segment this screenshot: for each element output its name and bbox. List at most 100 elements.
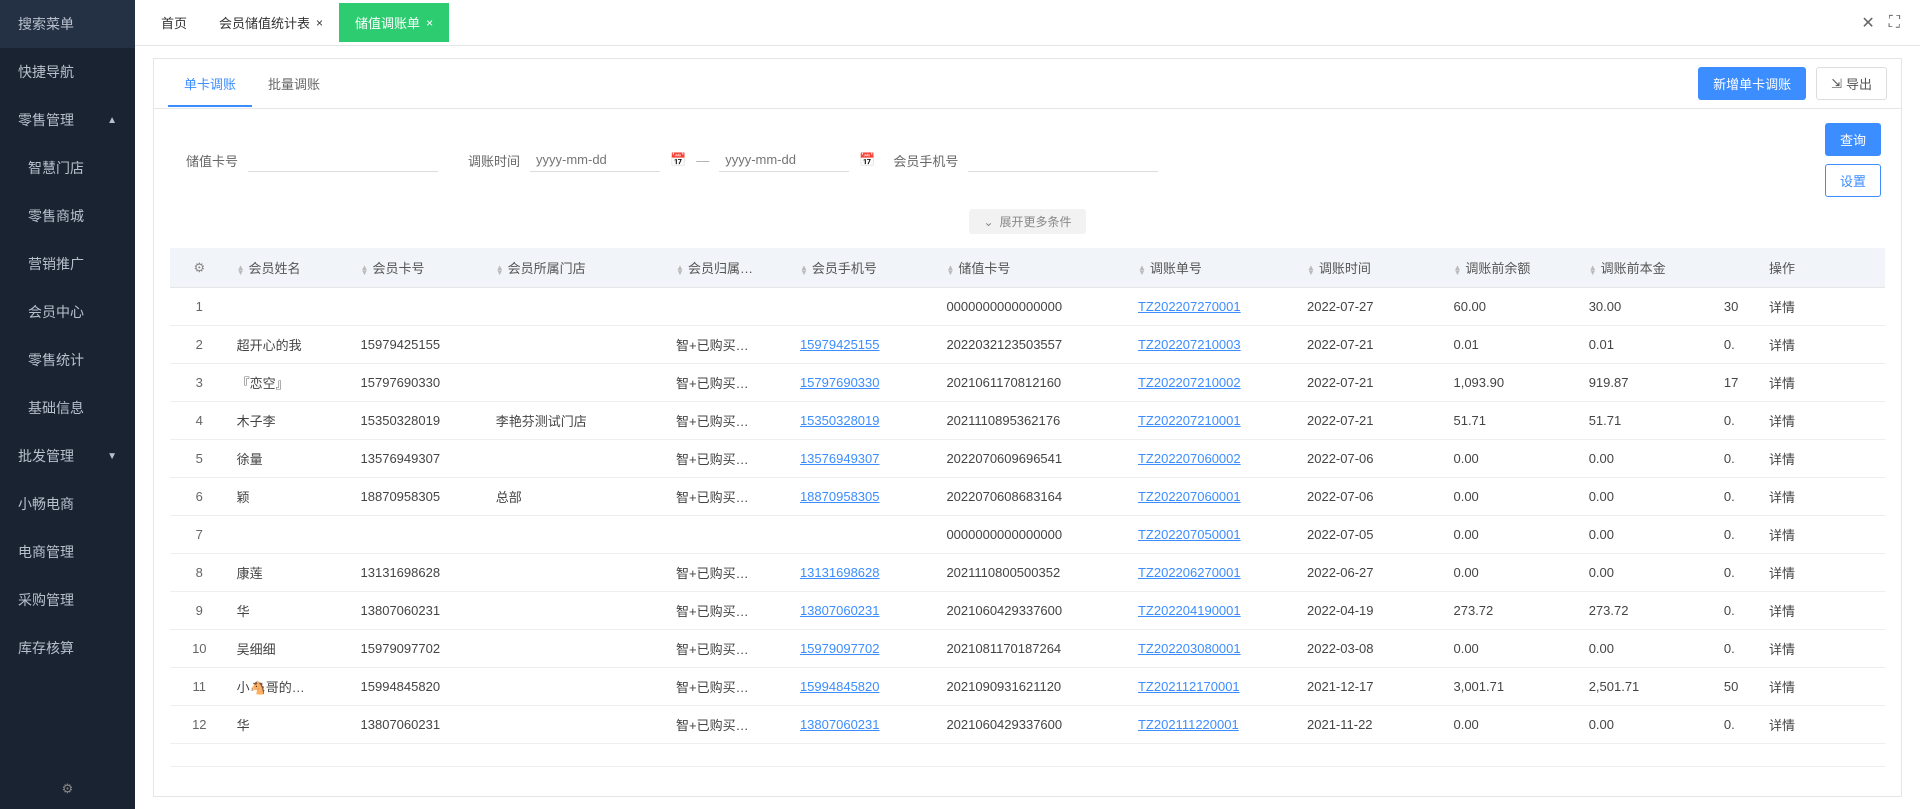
sidebar-stock-acc[interactable]: 库存核算 [0, 624, 135, 672]
column-header[interactable]: ▲▼调账前余额 [1445, 248, 1580, 288]
tab-adjust[interactable]: 储值调账单 × [339, 3, 449, 42]
link[interactable]: 15994845820 [800, 679, 880, 694]
subtab-single[interactable]: 单卡调账 [168, 62, 252, 107]
date-from-input[interactable] [530, 148, 660, 172]
sidebar-sub-item[interactable]: 会员中心 [0, 288, 135, 336]
column-header[interactable]: ▲▼会员所属门店 [488, 248, 668, 288]
sort-icon[interactable]: ▲▼ [1307, 265, 1315, 275]
add-button[interactable]: 新增单卡调账 [1698, 67, 1806, 100]
link[interactable]: 15797690330 [800, 375, 880, 390]
tab-label: 会员储值统计表 [219, 13, 310, 32]
link[interactable]: 13807060231 [800, 603, 880, 618]
cell: 2022-07-21 [1299, 326, 1445, 364]
link[interactable]: TZ202203080001 [1138, 641, 1241, 656]
export-label: 导出 [1846, 74, 1872, 93]
column-header[interactable]: ▲▼调账单号 [1130, 248, 1299, 288]
detail-link[interactable]: 详情 [1769, 718, 1795, 733]
sidebar-sub-item[interactable]: 营销推广 [0, 240, 135, 288]
export-button[interactable]: ⇲ 导出 [1816, 67, 1887, 100]
detail-link[interactable]: 详情 [1769, 300, 1795, 315]
cell: 15797690330 [792, 364, 938, 402]
sort-icon[interactable]: ▲▼ [1589, 265, 1597, 275]
detail-link[interactable]: 详情 [1769, 452, 1795, 467]
column-header[interactable]: ▲▼会员姓名 [229, 248, 353, 288]
sidebar-purchase-mgmt[interactable]: 采购管理 [0, 576, 135, 624]
subtab-batch[interactable]: 批量调账 [252, 62, 336, 105]
sidebar-sub-item[interactable]: 基础信息 [0, 384, 135, 432]
sidebar-sub-item[interactable]: 零售商城 [0, 192, 135, 240]
sidebar-search[interactable]: 搜索菜单 [0, 0, 135, 48]
sidebar-sub-item[interactable]: 零售统计 [0, 336, 135, 384]
link[interactable]: TZ202207210003 [1138, 337, 1241, 352]
link[interactable]: TZ202207060002 [1138, 451, 1241, 466]
sort-icon[interactable]: ▲▼ [237, 265, 245, 275]
detail-link[interactable]: 详情 [1769, 338, 1795, 353]
tab-home[interactable]: 首页 [145, 3, 203, 42]
close-icon[interactable]: × [316, 16, 323, 30]
column-label: 调账前本金 [1601, 261, 1666, 276]
cell: 15994845820 [353, 668, 488, 706]
link[interactable]: TZ202207210001 [1138, 413, 1241, 428]
detail-link[interactable]: 详情 [1769, 528, 1795, 543]
detail-link[interactable]: 详情 [1769, 490, 1795, 505]
sort-icon[interactable]: ▲▼ [1453, 265, 1461, 275]
link[interactable]: TZ202207050001 [1138, 527, 1241, 542]
settings-button[interactable]: 设置 [1825, 164, 1881, 197]
query-button[interactable]: 查询 [1825, 123, 1881, 156]
column-header[interactable]: ▲▼储值卡号 [938, 248, 1130, 288]
link[interactable]: TZ202204190001 [1138, 603, 1241, 618]
close-icon[interactable]: × [426, 16, 433, 30]
table-settings-icon[interactable]: ⚙ [193, 260, 205, 275]
link[interactable]: TZ202111220001 [1138, 717, 1239, 732]
sidebar-quicknav[interactable]: 快捷导航 [0, 48, 135, 96]
sidebar-ecom-mgmt[interactable]: 电商管理 [0, 528, 135, 576]
expand-filters-button[interactable]: ⌄ 展开更多条件 [969, 209, 1085, 234]
detail-link[interactable]: 详情 [1769, 376, 1795, 391]
cell: 详情 [1761, 440, 1885, 478]
gear-icon[interactable]: ⚙ [62, 781, 74, 796]
link[interactable]: 13807060231 [800, 717, 880, 732]
sidebar-xiaochang[interactable]: 小畅电商 [0, 480, 135, 528]
cell: 2021060429337600 [938, 592, 1130, 630]
column-header[interactable]: ▲▼会员归属… [668, 248, 792, 288]
detail-link[interactable]: 详情 [1769, 680, 1795, 695]
link[interactable]: 15979425155 [800, 337, 880, 352]
tab-stats[interactable]: 会员储值统计表 × [203, 3, 339, 42]
detail-link[interactable]: 详情 [1769, 642, 1795, 657]
link[interactable]: TZ202112170001 [1138, 679, 1240, 694]
link[interactable]: TZ202207270001 [1138, 299, 1241, 314]
column-header[interactable]: ▲▼ 调账前本金 [1581, 248, 1716, 288]
date-to-input[interactable] [719, 148, 849, 172]
fullscreen-icon[interactable]: ⛶ [1889, 14, 1900, 32]
phone-input[interactable] [968, 148, 1158, 172]
sort-icon[interactable]: ▲▼ [361, 265, 369, 275]
sort-icon[interactable]: ▲▼ [800, 265, 808, 275]
sort-icon[interactable]: ▲▼ [496, 265, 504, 275]
sidebar-retail-mgmt[interactable]: 零售管理 ▲ [0, 96, 135, 144]
column-header[interactable]: ▲▼调账时间 [1299, 248, 1445, 288]
detail-link[interactable]: 详情 [1769, 414, 1795, 429]
sort-icon[interactable]: ▲▼ [946, 265, 954, 275]
cell: 919.87 [1581, 364, 1716, 402]
column-header[interactable]: ▲▼会员手机号 [792, 248, 938, 288]
close-all-icon[interactable]: ✕ [1861, 13, 1874, 33]
sort-icon[interactable]: ▲▼ [676, 265, 684, 275]
calendar-icon[interactable]: 📅 [670, 152, 686, 168]
column-header[interactable]: ▲▼会员卡号 [353, 248, 488, 288]
link[interactable]: 18870958305 [800, 489, 880, 504]
detail-link[interactable]: 详情 [1769, 566, 1795, 581]
cell: 徐量 [229, 440, 353, 478]
link[interactable]: TZ202207060001 [1138, 489, 1241, 504]
sidebar-sub-item[interactable]: 智慧门店 [0, 144, 135, 192]
calendar-icon[interactable]: 📅 [859, 152, 875, 168]
link[interactable]: 13576949307 [800, 451, 880, 466]
detail-link[interactable]: 详情 [1769, 604, 1795, 619]
link[interactable]: 15979097702 [800, 641, 880, 656]
sort-icon[interactable]: ▲▼ [1138, 265, 1146, 275]
link[interactable]: 15350328019 [800, 413, 880, 428]
link[interactable]: 13131698628 [800, 565, 880, 580]
sidebar-wholesale-mgmt[interactable]: 批发管理 ▼ [0, 432, 135, 480]
link[interactable]: TZ202206270001 [1138, 565, 1241, 580]
link[interactable]: TZ202207210002 [1138, 375, 1241, 390]
card-input[interactable] [248, 148, 438, 172]
